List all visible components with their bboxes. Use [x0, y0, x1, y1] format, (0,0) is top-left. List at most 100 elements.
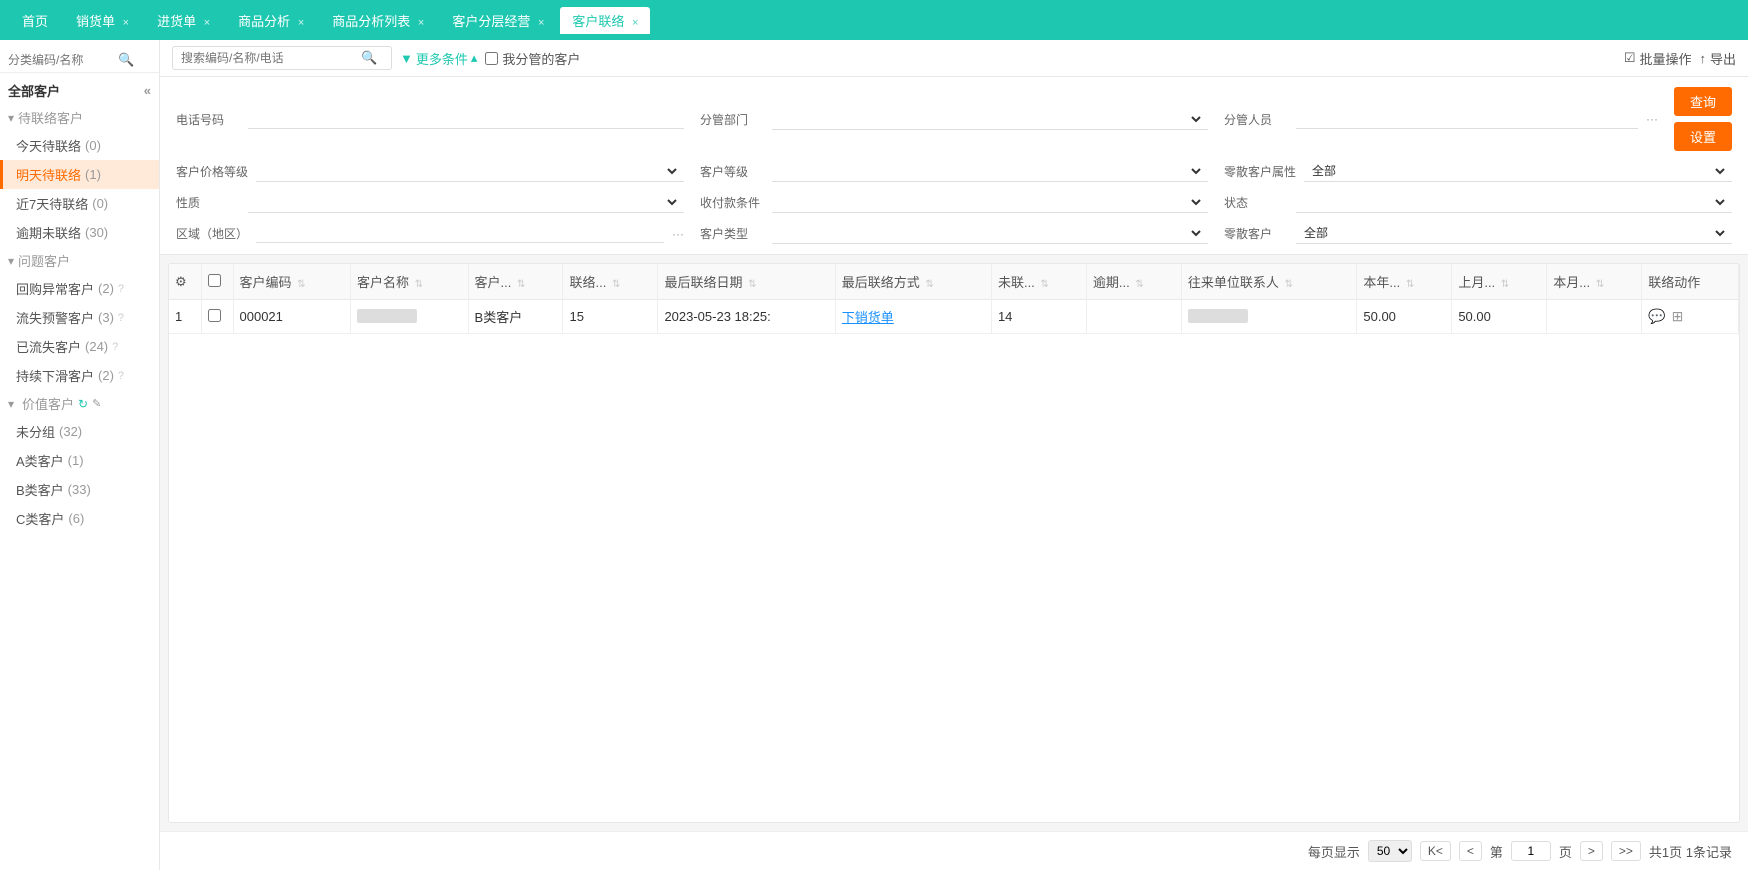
nature-select[interactable]: [252, 194, 680, 210]
batch-operation-button[interactable]: ☑ 批量操作: [1624, 49, 1692, 68]
next-page-button[interactable]: >: [1580, 841, 1603, 861]
help-icon-2[interactable]: ?: [118, 312, 124, 324]
settings-button[interactable]: 设置: [1674, 122, 1732, 151]
close-product-list-tab[interactable]: ×: [418, 17, 424, 29]
th-overdue[interactable]: 逾期... ⇅: [1086, 264, 1181, 300]
nav-sales[interactable]: 销货单 ×: [64, 7, 141, 34]
sort-icon-year[interactable]: ⇅: [1406, 279, 1414, 290]
close-product-analysis-tab[interactable]: ×: [298, 17, 304, 29]
th-current-month[interactable]: 本月... ⇅: [1547, 264, 1642, 300]
sort-icon-code[interactable]: ⇅: [297, 279, 305, 290]
th-settings[interactable]: ⚙: [169, 264, 201, 300]
status-select-wrapper[interactable]: [1296, 192, 1732, 213]
sidebar-item-churn-warning[interactable]: 流失预警客户 (3) ?: [0, 303, 159, 332]
manager-input[interactable]: [1296, 110, 1638, 129]
close-purchase-tab[interactable]: ×: [204, 17, 210, 29]
th-last-contact-date[interactable]: 最后联络日期 ⇅: [658, 264, 835, 300]
customer-type-select[interactable]: [776, 225, 1204, 241]
customer-level-select[interactable]: [776, 163, 1204, 179]
sort-icon-type[interactable]: ⇅: [517, 279, 525, 290]
phone-input[interactable]: [248, 110, 684, 129]
th-last-contact-method[interactable]: 最后联络方式 ⇅: [835, 264, 991, 300]
nav-product-analysis[interactable]: 商品分析 ×: [226, 7, 316, 34]
page-size-select[interactable]: 50: [1368, 840, 1412, 862]
retail-customer-select-wrapper[interactable]: 全部: [1296, 223, 1732, 244]
sidebar-item-class-b[interactable]: B类客户 (33): [0, 475, 159, 504]
page-number-input[interactable]: [1511, 841, 1551, 861]
refresh-icon[interactable]: ↻: [78, 397, 88, 411]
th-last-month[interactable]: 上月... ⇅: [1452, 264, 1547, 300]
help-icon-4[interactable]: ?: [118, 370, 124, 382]
settings-gear-icon[interactable]: ⚙: [175, 274, 187, 289]
export-button[interactable]: ↑ 导出: [1699, 49, 1736, 68]
nav-home[interactable]: 首页: [10, 7, 60, 34]
search-input[interactable]: [181, 51, 361, 65]
collapse-icon[interactable]: «: [144, 83, 151, 98]
payment-select[interactable]: [776, 194, 1204, 210]
sort-icon-uncontacted[interactable]: ⇅: [1040, 279, 1048, 290]
price-level-select[interactable]: [260, 163, 680, 179]
sidebar-item-7days-pending[interactable]: 近7天待联络 (0): [0, 189, 159, 218]
retail-customer-select[interactable]: 全部: [1300, 225, 1728, 241]
close-segment-tab[interactable]: ×: [538, 17, 544, 29]
select-all-checkbox[interactable]: [208, 274, 221, 287]
sort-icon-person[interactable]: ⇅: [1285, 279, 1293, 290]
sidebar-item-churned[interactable]: 已流失客户 (24) ?: [0, 332, 159, 361]
my-customers-checkbox[interactable]: [485, 52, 498, 65]
sidebar-item-tomorrow-pending[interactable]: 明天待联络 (1): [0, 160, 159, 189]
nav-customer-segment[interactable]: 客户分层经营 ×: [440, 7, 556, 34]
first-page-button[interactable]: K<: [1420, 841, 1451, 861]
th-checkbox[interactable]: [201, 264, 233, 300]
th-current-year[interactable]: 本年... ⇅: [1357, 264, 1452, 300]
retail-attr-select-wrapper[interactable]: 全部: [1304, 161, 1732, 182]
th-customer-name[interactable]: 客户名称 ⇅: [351, 264, 469, 300]
sidebar-search-icon[interactable]: 🔍: [118, 52, 134, 68]
last-page-button[interactable]: >>: [1611, 841, 1641, 861]
search-box[interactable]: 🔍: [172, 46, 392, 70]
prev-page-button[interactable]: <: [1459, 841, 1482, 861]
sort-icon-name[interactable]: ⇅: [415, 279, 423, 290]
more-filters-button[interactable]: ▼ 更多条件 ▴: [400, 49, 477, 68]
th-uncontacted[interactable]: 未联... ⇅: [991, 264, 1086, 300]
sort-icon-overdue[interactable]: ⇅: [1135, 279, 1143, 290]
my-customers-checkbox-label[interactable]: 我分管的客户: [485, 49, 580, 68]
th-customer-code[interactable]: 客户编码 ⇅: [233, 264, 351, 300]
customer-type-select-wrapper[interactable]: [772, 223, 1208, 244]
status-select[interactable]: [1300, 194, 1728, 210]
sidebar-item-class-a[interactable]: A类客户 (1): [0, 446, 159, 475]
price-level-select-wrapper[interactable]: [256, 161, 684, 182]
last-method-link[interactable]: 下销货单: [842, 310, 894, 325]
sidebar-item-ungrouped[interactable]: 未分组 (32): [0, 417, 159, 446]
sort-icon-method[interactable]: ⇅: [925, 279, 933, 290]
retail-attr-select[interactable]: 全部: [1308, 163, 1728, 179]
td-checkbox[interactable]: [201, 300, 233, 334]
sidebar-item-declining[interactable]: 持续下滑客户 (2) ?: [0, 361, 159, 390]
region-input[interactable]: [256, 224, 664, 243]
dept-select-wrapper[interactable]: [772, 109, 1208, 130]
edit-icon[interactable]: ✎: [92, 397, 101, 410]
customer-level-select-wrapper[interactable]: [772, 161, 1208, 182]
td-name[interactable]: [351, 300, 469, 334]
nav-product-analysis-list[interactable]: 商品分析列表 ×: [320, 7, 436, 34]
grid-icon[interactable]: ⊞: [1672, 308, 1684, 325]
td-row-actions[interactable]: 💬 ⊞: [1642, 300, 1739, 334]
sort-icon-last-month[interactable]: ⇅: [1501, 279, 1509, 290]
th-contact-count[interactable]: 联络... ⇅: [563, 264, 658, 300]
sidebar-item-class-c[interactable]: C类客户 (6): [0, 504, 159, 533]
close-sales-tab[interactable]: ×: [123, 17, 129, 29]
manager-more-icon[interactable]: ···: [1646, 112, 1658, 126]
help-icon-1[interactable]: ?: [118, 283, 124, 295]
row-checkbox[interactable]: [208, 309, 221, 322]
close-contact-tab[interactable]: ×: [632, 17, 638, 29]
payment-select-wrapper[interactable]: [772, 192, 1208, 213]
sort-icon-contact[interactable]: ⇅: [612, 279, 620, 290]
sidebar-item-abnormal-repurchase[interactable]: 回购异常客户 (2) ?: [0, 274, 159, 303]
nav-customer-contact[interactable]: 客户联络 ×: [560, 7, 650, 34]
sidebar-search-bar[interactable]: 🔍: [0, 48, 159, 73]
sidebar-item-today-pending[interactable]: 今天待联络 (0): [0, 131, 159, 160]
search-icon[interactable]: 🔍: [361, 50, 377, 66]
sort-icon-current-month[interactable]: ⇅: [1596, 279, 1604, 290]
th-contact-person[interactable]: 往来单位联系人 ⇅: [1181, 264, 1357, 300]
dept-select[interactable]: [776, 111, 1204, 127]
sidebar-search-input[interactable]: [8, 53, 118, 67]
